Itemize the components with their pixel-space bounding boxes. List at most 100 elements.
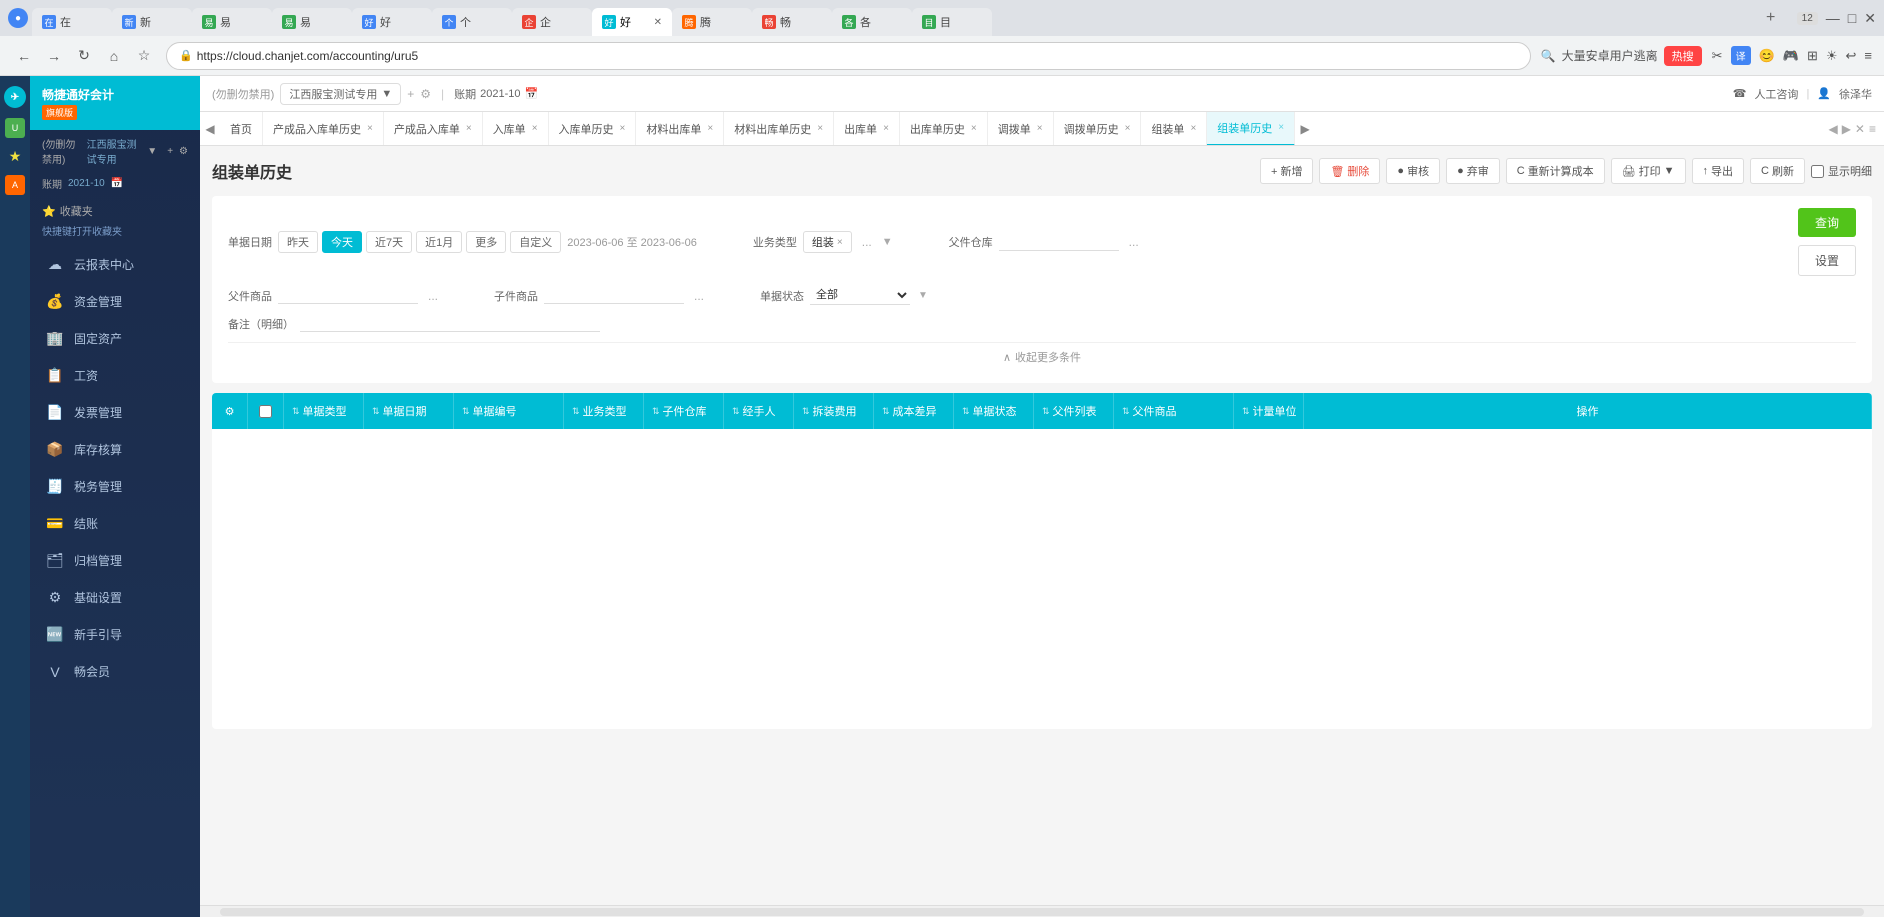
date-btn-yesterday[interactable]: 昨天 (278, 231, 318, 253)
sidebar-item-fixed-assets[interactable]: 🏢 固定资产 (30, 320, 200, 357)
parent-warehouse-more[interactable]: ... (1129, 235, 1139, 249)
nav-tab-close-rkd[interactable]: × (532, 123, 538, 134)
tab-scroll-left[interactable]: ◀ (200, 122, 220, 136)
nav-tab-close-ccrkd[interactable]: × (466, 123, 472, 134)
tab-more-icon[interactable]: ≡ (1869, 122, 1876, 136)
nav-tab-close-rkdh[interactable]: × (620, 123, 626, 134)
tab-close-all-icon[interactable]: ✕ (1855, 122, 1865, 136)
win-close[interactable]: ✕ (1864, 10, 1876, 27)
scrollbar-track[interactable] (220, 908, 1864, 916)
tab-yi2[interactable]: 易 易 (272, 8, 352, 36)
plus-icon-bar[interactable]: + (407, 87, 414, 101)
nav-tab-dbdh[interactable]: 调拨单历史 × (1054, 112, 1142, 146)
settings-company-icon[interactable]: ⚙ (179, 146, 188, 157)
sidebar-item-payroll[interactable]: 📋 工资 (30, 357, 200, 394)
nav-tab-close-ckd[interactable]: × (883, 123, 889, 134)
sidebar-item-invoice[interactable]: 📄 发票管理 (30, 394, 200, 431)
show-detail-checkbox[interactable] (1811, 165, 1824, 178)
nav-tab-zzdh[interactable]: 组装单历史 × (1207, 112, 1295, 146)
nav-tab-ccrkd[interactable]: 产成品入库单 × (384, 112, 483, 146)
hot-search-badge[interactable]: 热搜 (1664, 46, 1702, 66)
date-btn-7days[interactable]: 近7天 (366, 231, 412, 253)
company-name[interactable]: 江西服宝测试专用 (87, 136, 142, 166)
add-company-icon[interactable]: + (167, 146, 173, 157)
sidebar-item-archive[interactable]: 🗂 归档管理 (30, 542, 200, 579)
show-detail-checkbox-label[interactable]: 显示明细 (1811, 163, 1872, 179)
print-btn[interactable]: 🖨 打印 ▼ (1611, 158, 1686, 184)
company-selector-btn[interactable]: 江西服宝测试专用 ▼ (280, 83, 401, 105)
nav-tab-home[interactable]: 首页 (220, 112, 263, 146)
date-btn-today[interactable]: 今天 (322, 231, 362, 253)
nav-tab-close-clckd[interactable]: × (707, 123, 713, 134)
sidebar-item-cloud-report[interactable]: ☁ 云报表中心 (30, 246, 200, 283)
service-label[interactable]: 人工咨询 (1754, 86, 1798, 102)
edge-icon-2[interactable]: A (5, 175, 25, 195)
refresh-btn[interactable]: C 刷新 (1750, 158, 1805, 184)
nav-tab-rkd[interactable]: 入库单 × (483, 112, 549, 146)
nav-tab-clckd[interactable]: 材料出库单 × (636, 112, 724, 146)
th-handler[interactable]: ⇅ 经手人 (724, 393, 794, 429)
nav-tab-close-zzdh[interactable]: × (1278, 122, 1284, 133)
horizontal-scrollbar[interactable] (200, 905, 1884, 917)
th-parent-list[interactable]: ⇅ 父件列表 (1034, 393, 1114, 429)
abandon-btn[interactable]: ● 弃审 (1446, 158, 1500, 184)
tab-ge[interactable]: 个 个 (432, 8, 512, 36)
th-bill-no[interactable]: ⇅ 单据编号 (454, 393, 564, 429)
export-btn[interactable]: ↑ 导出 (1692, 158, 1745, 184)
th-bill-status[interactable]: ⇅ 单据状态 (954, 393, 1034, 429)
sidebar-item-settings[interactable]: ⚙ 基础设置 (30, 579, 200, 616)
tab-hao1[interactable]: 好 好 (352, 8, 432, 36)
sidebar-item-guide[interactable]: 🆕 新手引导 (30, 616, 200, 653)
biz-type-more-btn[interactable]: ... (862, 235, 872, 249)
remark-input[interactable] (300, 315, 600, 332)
sidebar-item-inventory[interactable]: 📦 库存核算 (30, 431, 200, 468)
new-tab-button[interactable]: + (1757, 4, 1785, 32)
refresh-button[interactable]: ↻ (72, 44, 96, 68)
nav-tab-close-clckdh[interactable]: × (817, 123, 823, 134)
recalc-btn[interactable]: C 重新计算成本 (1506, 158, 1605, 184)
period-btn[interactable]: 账期 2021-10 📅 (454, 86, 538, 102)
th-bill-date[interactable]: ⇅ 单据日期 (364, 393, 454, 429)
tab-expand-icon[interactable]: ▶ (1842, 122, 1851, 136)
date-btn-more[interactable]: 更多 (466, 231, 506, 253)
edge-icon-star[interactable]: ★ (9, 148, 22, 165)
tab-close-hao2[interactable]: ✕ (654, 17, 662, 28)
th-disassembly-fee[interactable]: ⇅ 拆装费用 (794, 393, 874, 429)
filter-collapse-btn[interactable]: ∧ 收起更多条件 (228, 342, 1856, 371)
edge-icon-1[interactable]: U (5, 118, 25, 138)
sidebar-item-member[interactable]: V 畅会员 (30, 653, 200, 690)
parent-product-more[interactable]: ... (428, 289, 438, 303)
forward-button[interactable]: → (42, 44, 66, 68)
audit-btn[interactable]: ● 审核 (1386, 158, 1440, 184)
sub-product-more[interactable]: ... (694, 289, 704, 303)
nav-tab-ccrkd-history[interactable]: 产成品入库单历史 × (263, 112, 384, 146)
th-bill-type[interactable]: ⇅ 单据类型 (284, 393, 364, 429)
nav-tab-close-dbdh[interactable]: × (1125, 123, 1131, 134)
nav-tab-close-ccrkdh[interactable]: × (367, 123, 373, 134)
sidebar-item-tax[interactable]: 🧾 税务管理 (30, 468, 200, 505)
tab-teng[interactable]: 腾 腾 (672, 8, 752, 36)
bookmark-button[interactable]: ☆ (132, 44, 156, 68)
sidebar-item-settlement[interactable]: 💳 结账 (30, 505, 200, 542)
menu-icon[interactable]: ≡ (1864, 48, 1872, 63)
th-parent-product[interactable]: ⇅ 父件商品 (1114, 393, 1234, 429)
tab-qi[interactable]: 企 企 (512, 8, 592, 36)
parent-product-input[interactable] (278, 287, 418, 304)
tab-xin[interactable]: 新 新 (112, 8, 192, 36)
tab-scroll-right[interactable]: ▶ (1295, 122, 1315, 136)
tab-collapse-icon[interactable]: ◀ (1828, 122, 1837, 136)
nav-tab-close-zzd[interactable]: × (1190, 123, 1196, 134)
nav-tab-dbd[interactable]: 调拨单 × (988, 112, 1054, 146)
th-checkbox[interactable] (248, 393, 284, 429)
date-btn-custom[interactable]: 自定义 (510, 231, 561, 253)
gear-icon-bar[interactable]: ⚙ (420, 87, 431, 101)
date-btn-1month[interactable]: 近1月 (416, 231, 462, 253)
nav-tab-ckd[interactable]: 出库单 × (834, 112, 900, 146)
nav-tab-zzd[interactable]: 组装单 × (1141, 112, 1207, 146)
tab-mu[interactable]: 目 目 (912, 8, 992, 36)
sub-product-input[interactable] (544, 287, 684, 304)
calendar-icon[interactable]: 📅 (111, 178, 123, 189)
select-all-checkbox[interactable] (259, 405, 272, 418)
nav-tab-rkd-history[interactable]: 入库单历史 × (549, 112, 637, 146)
nav-tab-close-ckdh[interactable]: × (971, 123, 977, 134)
